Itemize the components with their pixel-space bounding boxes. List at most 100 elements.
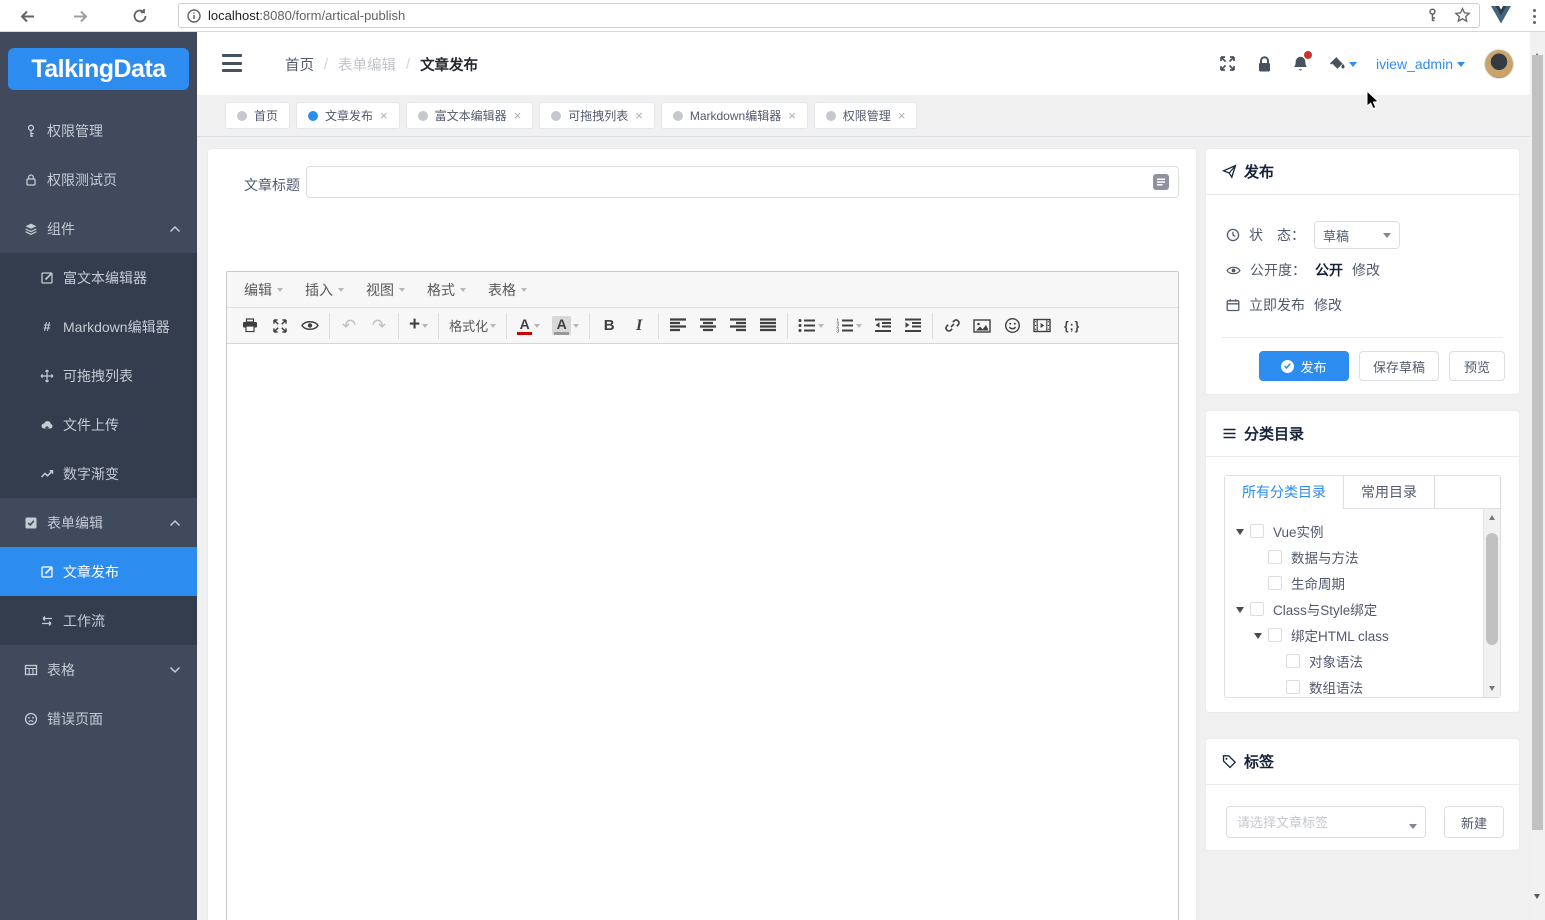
sidebar-item-workflow[interactable]: 工作流 [0,596,197,645]
caret-down-icon[interactable] [1233,602,1247,617]
sidebar-item-permission[interactable]: 权限管理 [0,106,197,155]
editor-content-area[interactable] [227,345,1178,920]
browser-refresh-icon[interactable] [128,4,152,28]
address-bar[interactable]: localhost:8080/form/artical-publish [178,3,1480,28]
tree-node[interactable]: 绑定HTML class [1225,622,1483,648]
menu-format[interactable]: 格式 [416,272,477,307]
menu-table[interactable]: 表格 [477,272,538,307]
menu-insert[interactable]: 插入 [294,272,355,307]
breadcrumb-home[interactable]: 首页 [285,54,314,75]
scroll-down-icon[interactable] [1534,894,1540,918]
browser-forward-icon[interactable] [68,4,92,28]
tag-select-input[interactable] [1226,806,1426,838]
tree-node[interactable]: Vue实例 [1225,518,1483,544]
article-title-input[interactable] [306,166,1179,198]
new-tag-button[interactable]: 新建 [1444,806,1504,838]
user-menu[interactable]: iview_admin [1376,56,1465,72]
media-icon[interactable] [1027,313,1057,339]
align-justify-icon[interactable] [753,313,783,339]
preview-icon[interactable] [295,313,325,339]
checkbox[interactable] [1286,680,1300,694]
scrollbar-thumb[interactable] [1532,55,1543,830]
sidebar-item-markdown-editor[interactable]: # Markdown编辑器 [0,302,197,351]
app-logo[interactable]: TalkingData [8,48,189,90]
redo-icon[interactable]: ↷ [364,313,394,339]
scroll-up-icon[interactable] [1484,509,1500,525]
scrollbar-thumb[interactable] [1486,533,1498,645]
align-right-icon[interactable] [723,313,753,339]
tree-node[interactable]: 对象语法 [1225,648,1483,674]
print-icon[interactable] [235,313,265,339]
emoticons-icon[interactable] [997,313,1027,339]
insert-icon[interactable]: + [403,313,434,339]
align-left-icon[interactable] [663,313,693,339]
align-center-icon[interactable] [693,313,723,339]
checkbox[interactable] [1250,602,1264,616]
avatar[interactable] [1484,48,1514,79]
bold-icon[interactable]: B [594,313,624,339]
tree-node[interactable]: Class与Style绑定 [1225,596,1483,622]
tab-draggable-list[interactable]: 可拖拽列表 × [539,102,655,129]
tag-select[interactable] [1226,806,1426,838]
save-draft-button[interactable]: 保存草稿 [1359,351,1439,381]
sidebar-group-components[interactable]: 组件 [0,204,197,253]
bookmark-star-icon[interactable] [1454,7,1471,24]
breadcrumb-form-edit[interactable]: 表单编辑 [338,54,396,75]
tab-all-categories[interactable]: 所有分类目录 [1225,476,1344,509]
page-scrollbar[interactable] [1530,32,1545,920]
menu-view[interactable]: 视图 [355,272,416,307]
ordered-list-icon[interactable]: 123 [830,313,868,339]
undo-icon[interactable]: ↶ [334,313,364,339]
checkbox[interactable] [1286,654,1300,668]
sidebar-item-file-upload[interactable]: 文件上传 [0,400,197,449]
sidebar-item-permission-test[interactable]: 权限测试页 [0,155,197,204]
theme-bucket-icon[interactable] [1328,55,1357,72]
browser-back-icon[interactable] [15,4,39,28]
close-icon[interactable]: × [635,109,643,122]
tree-node[interactable]: 数组语法 [1225,674,1483,697]
checkbox[interactable] [1268,550,1282,564]
tab-permission[interactable]: 权限管理 × [813,102,918,129]
tree-node[interactable]: 生命周期 [1225,570,1483,596]
publish-button[interactable]: 发布 [1259,351,1349,381]
formats-dropdown[interactable]: 格式化 [443,313,502,339]
lock-icon[interactable] [1256,55,1273,73]
scroll-up-icon[interactable] [1534,34,1540,58]
close-icon[interactable]: × [380,109,388,122]
fullscreen-icon[interactable] [1218,54,1237,73]
caret-down-icon[interactable] [1251,628,1265,643]
image-icon[interactable] [967,313,997,339]
close-icon[interactable]: × [898,109,906,122]
italic-icon[interactable]: I [624,313,654,339]
tree-scrollbar[interactable] [1483,509,1500,697]
code-sample-icon[interactable]: {;} [1057,313,1087,339]
tree-node[interactable]: 数据与方法 [1225,544,1483,570]
checkbox[interactable] [1250,524,1264,538]
preview-button[interactable]: 预览 [1449,351,1505,381]
browser-menu-kebab-icon[interactable] [1526,5,1542,27]
tab-richtext-editor[interactable]: 富文本编辑器 × [405,102,534,129]
bullet-list-icon[interactable] [792,313,830,339]
close-icon[interactable]: × [514,109,522,122]
sidebar-item-number-gradient[interactable]: 数字渐变 [0,449,197,498]
link-icon[interactable] [937,313,967,339]
caret-down-icon[interactable] [1233,524,1247,539]
fullscreen-icon[interactable] [265,313,295,339]
bell-icon[interactable] [1292,50,1312,73]
sidebar-item-richtext-editor[interactable]: 富文本编辑器 [0,253,197,302]
outdent-icon[interactable] [868,313,898,339]
sidebar-item-article-publish[interactable]: 文章发布 [0,547,197,596]
sidebar-group-form-edit[interactable]: 表单编辑 [0,498,197,547]
scroll-down-icon[interactable] [1484,681,1500,697]
tab-article-publish[interactable]: 文章发布 × [296,102,400,129]
menu-edit[interactable]: 编辑 [233,272,294,307]
password-key-icon[interactable] [1425,8,1440,23]
indent-icon[interactable] [898,313,928,339]
background-color-icon[interactable]: A [546,313,585,339]
checkbox[interactable] [1268,628,1282,642]
collapse-menu-icon[interactable] [222,54,242,72]
sidebar-group-table[interactable]: 表格 [0,645,197,694]
info-icon[interactable] [187,8,201,23]
tab-common-categories[interactable]: 常用目录 [1344,476,1435,508]
checkbox[interactable] [1268,576,1282,590]
